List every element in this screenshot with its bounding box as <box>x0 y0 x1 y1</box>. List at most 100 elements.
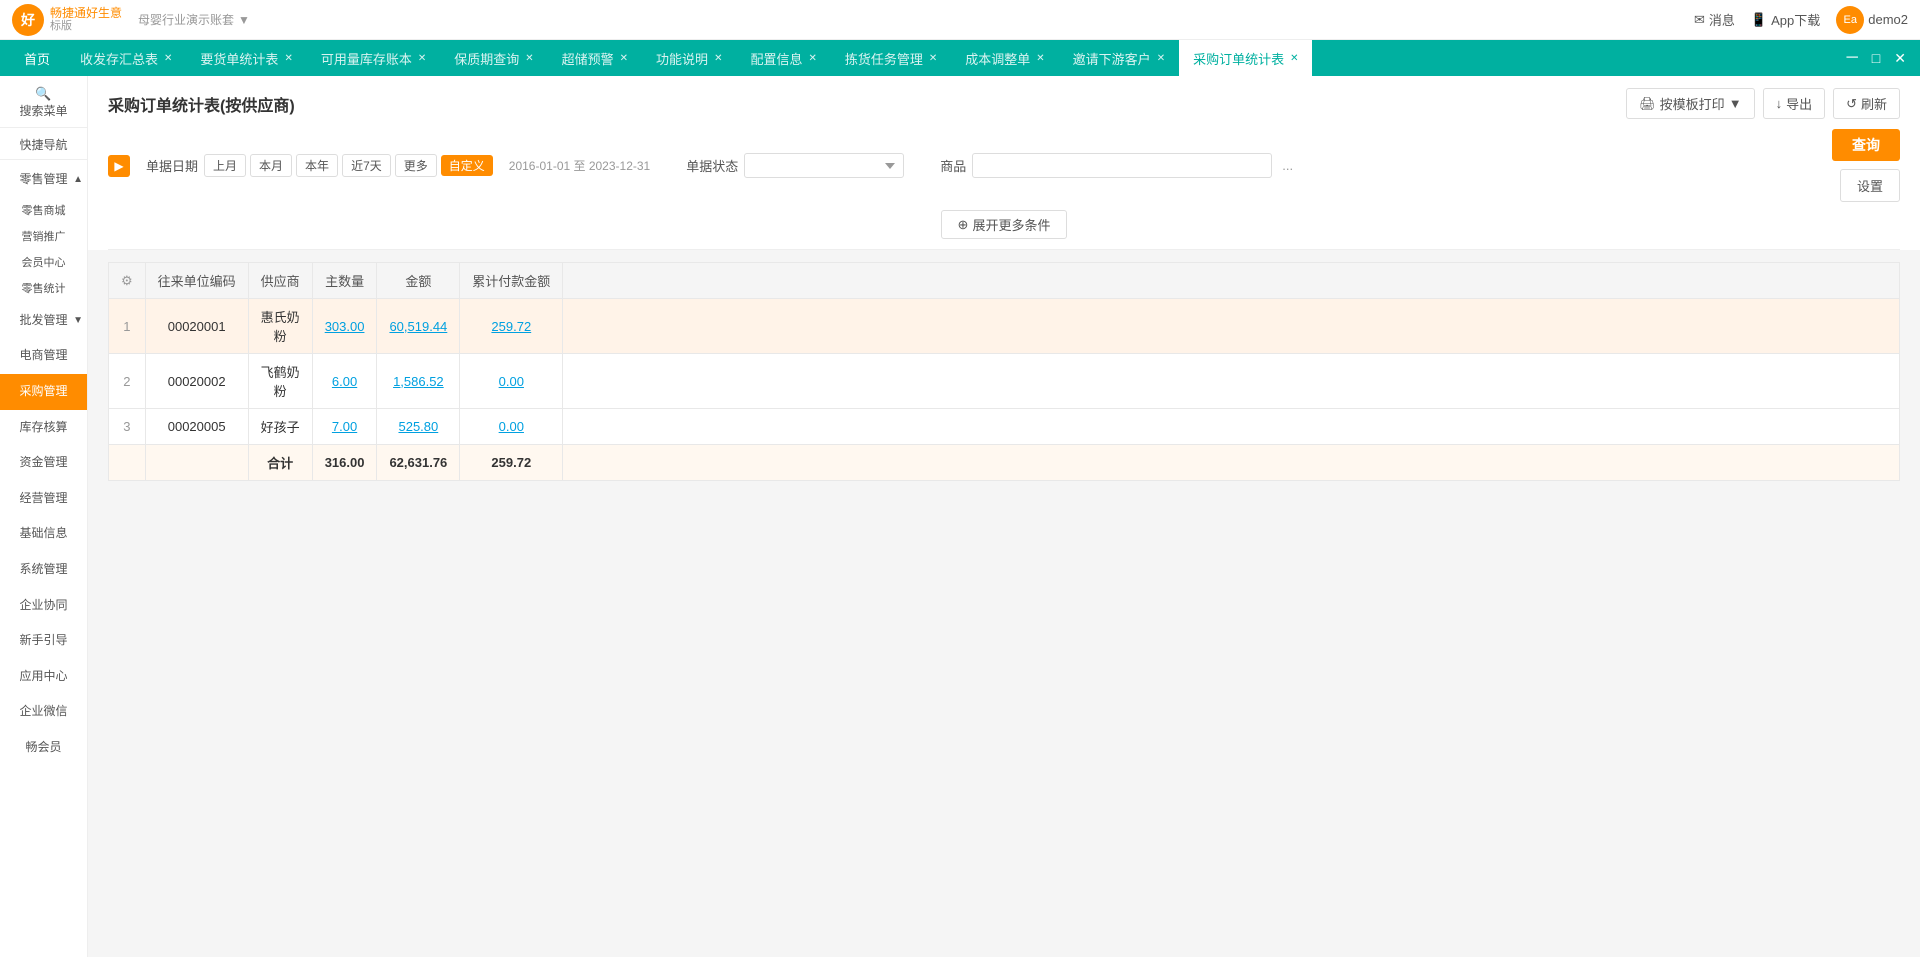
export-icon: ↓ <box>1776 96 1783 111</box>
minimize-btn[interactable]: ─ <box>1842 49 1861 67</box>
close-tab-yaohuo[interactable]: ✕ <box>284 53 292 64</box>
col-amount: 金额 <box>377 263 460 299</box>
table-footer: 合计 316.00 62,631.76 259.72 <box>109 445 1900 481</box>
tab-chaochuyujing[interactable]: 超储预警 ✕ <box>548 40 642 76</box>
footer-quantity: 316.00 <box>312 445 377 481</box>
filter-area: ▶ 单据日期 上月 本月 本年 近7天 更多 自定义 2016-0 <box>108 129 1900 250</box>
sidebar-item-jichu[interactable]: 基础信息 <box>0 516 87 552</box>
refresh-btn[interactable]: ↺ 刷新 <box>1833 88 1900 119</box>
tab-home[interactable]: 首页 <box>8 40 66 76</box>
sidebar-item-yingxiao[interactable]: 营销推广 <box>0 224 87 250</box>
sidebar-item-zijin[interactable]: 资金管理 <box>0 445 87 481</box>
tab-baozhi[interactable]: 保质期查询 ✕ <box>440 40 547 76</box>
close-tab-yaoqing[interactable]: ✕ <box>1157 53 1165 64</box>
sidebar-item-chang[interactable]: 畅会员 <box>0 730 87 766</box>
sidebar-divider-1 <box>0 127 87 128</box>
close-tab-gongneng[interactable]: ✕ <box>714 53 722 64</box>
chevron-pifa-icon: ▼ <box>73 314 83 327</box>
sidebar: 🔍 搜索菜单 快捷导航 零售管理 ▲ 零售商城 营销推广 会员中心 零售统计 批… <box>0 76 88 957</box>
filter-toggle-btn[interactable]: ▶ <box>108 155 130 177</box>
row-code: 00020002 <box>145 354 248 409</box>
close-tab-kuyou[interactable]: ✕ <box>418 53 426 64</box>
message-btn[interactable]: ✉ 消息 <box>1694 10 1735 29</box>
tab-chengben[interactable]: 成本调整单 ✕ <box>951 40 1058 76</box>
row-amount: 60,519.44 <box>377 299 460 354</box>
settings-btn[interactable]: 设置 <box>1840 169 1900 202</box>
table-row: 2 00020002 飞鹤奶粉 6.00 1,586.52 0.00 <box>109 354 1900 409</box>
sidebar-item-qiye[interactable]: 企业协同 <box>0 588 87 624</box>
breadcrumb: 母婴行业演示账套 ▼ <box>138 11 250 28</box>
tab-peizhi[interactable]: 配置信息 ✕ <box>736 40 830 76</box>
window-close-btn[interactable]: ✕ <box>1890 50 1910 67</box>
date-btn-more[interactable]: 更多 <box>395 154 437 177</box>
user-profile-btn[interactable]: Ea demo2 <box>1836 6 1908 34</box>
page-title: 采购订单统计表(按供应商) <box>108 92 295 116</box>
row-code: 00020005 <box>145 409 248 445</box>
query-btn[interactable]: 查询 <box>1832 129 1900 161</box>
sidebar-item-lingshougm[interactable]: 零售商城 <box>0 198 87 224</box>
date-btn-this-year[interactable]: 本年 <box>296 154 338 177</box>
close-tab-chaochuyujing[interactable]: ✕ <box>620 53 628 64</box>
column-settings-icon[interactable]: ⚙ <box>121 273 133 288</box>
tab-yaohuo[interactable]: 要货单统计表 ✕ <box>186 40 306 76</box>
tab-jianhuo[interactable]: 拣货任务管理 ✕ <box>831 40 951 76</box>
goods-more-icon[interactable]: ... <box>1282 158 1293 173</box>
sidebar-item-lingshoutj[interactable]: 零售统计 <box>0 276 87 302</box>
date-btn-7days[interactable]: 近7天 <box>342 154 391 177</box>
col-extra <box>563 263 1900 299</box>
sidebar-item-xinshou[interactable]: 新手引导 <box>0 623 87 659</box>
sidebar-item-dianshang[interactable]: 电商管理 <box>0 338 87 374</box>
close-tab-shoufacun[interactable]: ✕ <box>164 53 172 64</box>
date-btn-this-month[interactable]: 本月 <box>250 154 292 177</box>
page-actions: 🖨 按模板打印 ▼ ↓ 导出 ↺ 刷新 <box>1626 88 1900 119</box>
date-custom-badge[interactable]: 自定义 <box>441 155 493 176</box>
close-tab-caigou[interactable]: ✕ <box>1290 53 1298 64</box>
row-index: 3 <box>109 409 146 445</box>
row-supplier: 惠氏奶粉 <box>248 299 312 354</box>
tab-shoufacun[interactable]: 收发存汇总表 ✕ <box>66 40 186 76</box>
tab-caigou[interactable]: 采购订单统计表 ✕ <box>1179 40 1312 76</box>
app-download-btn[interactable]: 📱 App下载 <box>1751 10 1820 29</box>
tab-yaoqing[interactable]: 邀请下游客户 ✕ <box>1059 40 1179 76</box>
print-btn[interactable]: 🖨 按模板打印 ▼ <box>1626 88 1754 119</box>
col-quantity: 主数量 <box>312 263 377 299</box>
tab-gongneng[interactable]: 功能说明 ✕ <box>642 40 736 76</box>
content-area: 采购订单统计表(按供应商) 🖨 按模板打印 ▼ ↓ 导出 ↺ 刷新 <box>88 76 1920 957</box>
sidebar-divider-2 <box>0 159 87 160</box>
sidebar-item-kucun[interactable]: 库存核算 <box>0 410 87 446</box>
sidebar-item-huiyuan[interactable]: 会员中心 <box>0 250 87 276</box>
row-amount: 525.80 <box>377 409 460 445</box>
tab-kuyou[interactable]: 可用量库存账本 ✕ <box>307 40 440 76</box>
date-btn-last-month[interactable]: 上月 <box>204 154 246 177</box>
sidebar-item-yingyong[interactable]: 应用中心 <box>0 659 87 695</box>
date-quick-btns: 上月 本月 本年 近7天 更多 自定义 <box>204 154 493 177</box>
sidebar-item-weixin[interactable]: 企业微信 <box>0 694 87 730</box>
close-tab-chengben[interactable]: ✕ <box>1036 53 1044 64</box>
filter-row-1: ▶ 单据日期 上月 本月 本年 近7天 更多 自定义 2016-0 <box>108 129 1900 202</box>
sidebar-item-lingshou[interactable]: 零售管理 ▲ <box>0 162 87 198</box>
goods-input[interactable] <box>972 153 1272 178</box>
footer-row: 合计 316.00 62,631.76 259.72 <box>109 445 1900 481</box>
status-select[interactable] <box>744 153 904 178</box>
message-icon: ✉ <box>1694 12 1705 28</box>
sidebar-item-jingying[interactable]: 经营管理 <box>0 481 87 517</box>
col-paid: 累计付款金额 <box>460 263 563 299</box>
maximize-btn[interactable]: □ <box>1868 50 1884 66</box>
filter-row-2: ⊕ 展开更多条件 <box>108 210 1900 239</box>
sidebar-item-xitong[interactable]: 系统管理 <box>0 552 87 588</box>
row-index: 1 <box>109 299 146 354</box>
expand-more-btn[interactable]: ⊕ 展开更多条件 <box>941 210 1068 239</box>
status-filter-group: 单据状态 <box>686 153 904 178</box>
footer-paid: 259.72 <box>460 445 563 481</box>
sidebar-search-btn[interactable]: 🔍 搜索菜单 <box>0 76 87 125</box>
sidebar-item-pifa[interactable]: 批发管理 ▼ <box>0 303 87 339</box>
close-tab-baozhi[interactable]: ✕ <box>525 53 533 64</box>
top-bar-right: ✉ 消息 📱 App下载 Ea demo2 <box>1694 6 1908 34</box>
col-supplier: 供应商 <box>248 263 312 299</box>
sidebar-item-caigou[interactable]: 采购管理 <box>0 374 87 410</box>
close-tab-peizhi[interactable]: ✕ <box>808 53 816 64</box>
quick-nav-btn[interactable]: 快捷导航 <box>0 130 87 157</box>
top-bar: 好 畅捷通好生意 标版 母婴行业演示账套 ▼ ✉ 消息 📱 App下载 Ea d… <box>0 0 1920 40</box>
close-tab-jianhuo[interactable]: ✕ <box>929 53 937 64</box>
export-btn[interactable]: ↓ 导出 <box>1763 88 1826 119</box>
